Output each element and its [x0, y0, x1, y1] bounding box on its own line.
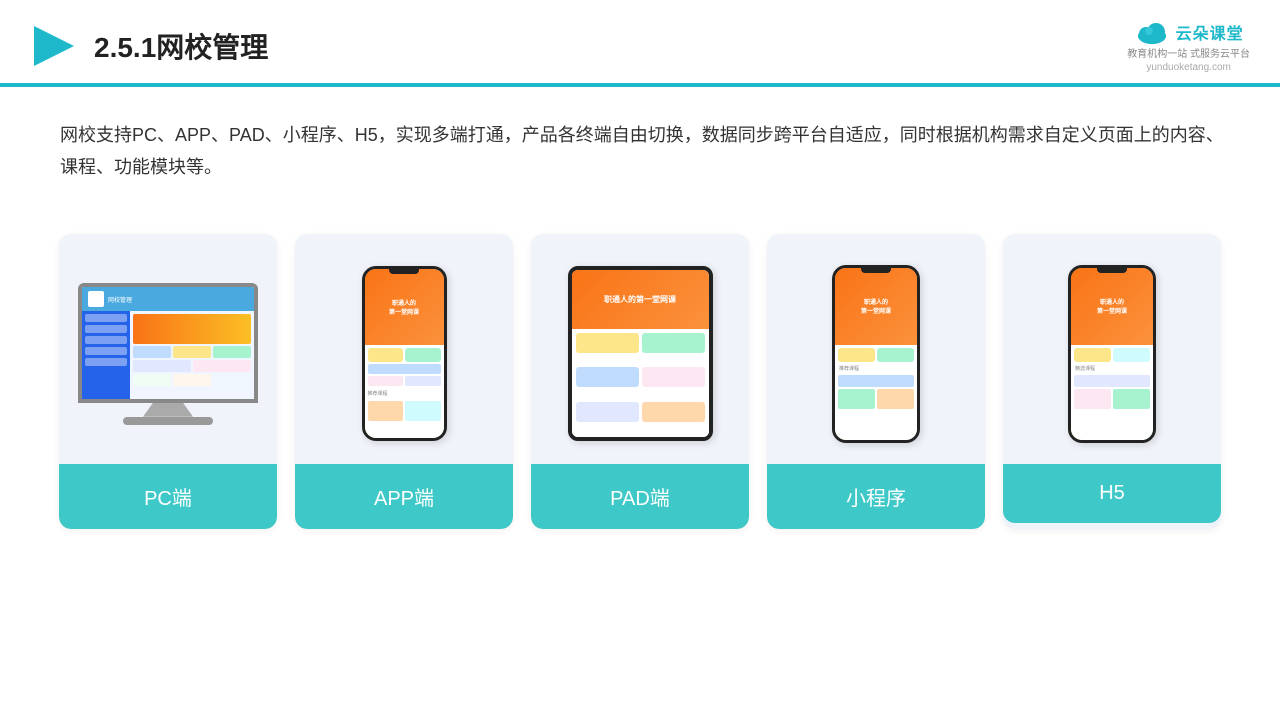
- pc-monitor: 网校管理: [74, 283, 262, 425]
- monitor-stand: [143, 403, 193, 417]
- cloud-icon: [1134, 18, 1170, 46]
- logo-area: 云朵课堂 教育机构一站 式服务云平台 yunduoketang.com: [1127, 18, 1250, 73]
- card-app: 职通人的第一堂网课 推荐课: [295, 234, 513, 529]
- card-pad: 职通人的第一堂网课 PAD端: [531, 234, 749, 529]
- header-left: 2.5.1网校管理: [30, 22, 268, 70]
- card-pc-image: 网校管理: [59, 234, 277, 464]
- logo-cloud: 云朵课堂: [1134, 18, 1244, 46]
- description-text: 网校支持PC、APP、PAD、小程序、H5，实现多端打通，产品各终端自由切换，数…: [60, 125, 1224, 177]
- card-miniprogram: 职通人的第一堂网课 推荐课程: [767, 234, 985, 529]
- h5-phone: 职通人的第一堂网课 精选课程: [1068, 265, 1156, 443]
- card-miniprogram-image: 职通人的第一堂网课 推荐课程: [767, 234, 985, 464]
- logo-sub: 教育机构一站 式服务云平台: [1127, 48, 1250, 62]
- app-phone: 职通人的第一堂网课 推荐课: [362, 266, 447, 441]
- card-pad-image: 职通人的第一堂网课: [531, 234, 749, 464]
- play-icon: [30, 22, 78, 70]
- header: 2.5.1网校管理 云朵课堂 教育机构一站 式服务云平台 yunduoketan…: [0, 0, 1280, 87]
- logo-text: 云朵课堂: [1176, 20, 1244, 44]
- header-divider: [0, 83, 1280, 85]
- pad-tablet: 职通人的第一堂网课: [568, 266, 713, 441]
- card-miniprogram-label: 小程序: [767, 464, 985, 529]
- monitor-base: [123, 417, 213, 425]
- description: 网校支持PC、APP、PAD、小程序、H5，实现多端打通，产品各终端自由切换，数…: [0, 87, 1280, 194]
- card-app-label: APP端: [295, 464, 513, 529]
- page-title: 2.5.1网校管理: [94, 26, 268, 66]
- miniprogram-phone: 职通人的第一堂网课 推荐课程: [832, 265, 920, 443]
- monitor-screen: 网校管理: [78, 283, 258, 403]
- card-pc: 网校管理: [59, 234, 277, 529]
- logo-url: yunduoketang.com: [1146, 62, 1231, 73]
- card-h5-image: 职通人的第一堂网课 精选课程: [1003, 234, 1221, 464]
- card-pc-label: PC端: [59, 464, 277, 529]
- card-h5: 职通人的第一堂网课 精选课程: [1003, 234, 1221, 529]
- card-app-image: 职通人的第一堂网课 推荐课: [295, 234, 513, 464]
- cards-area: 网校管理: [0, 204, 1280, 549]
- card-pad-label: PAD端: [531, 464, 749, 529]
- card-h5-label: H5: [1003, 464, 1221, 523]
